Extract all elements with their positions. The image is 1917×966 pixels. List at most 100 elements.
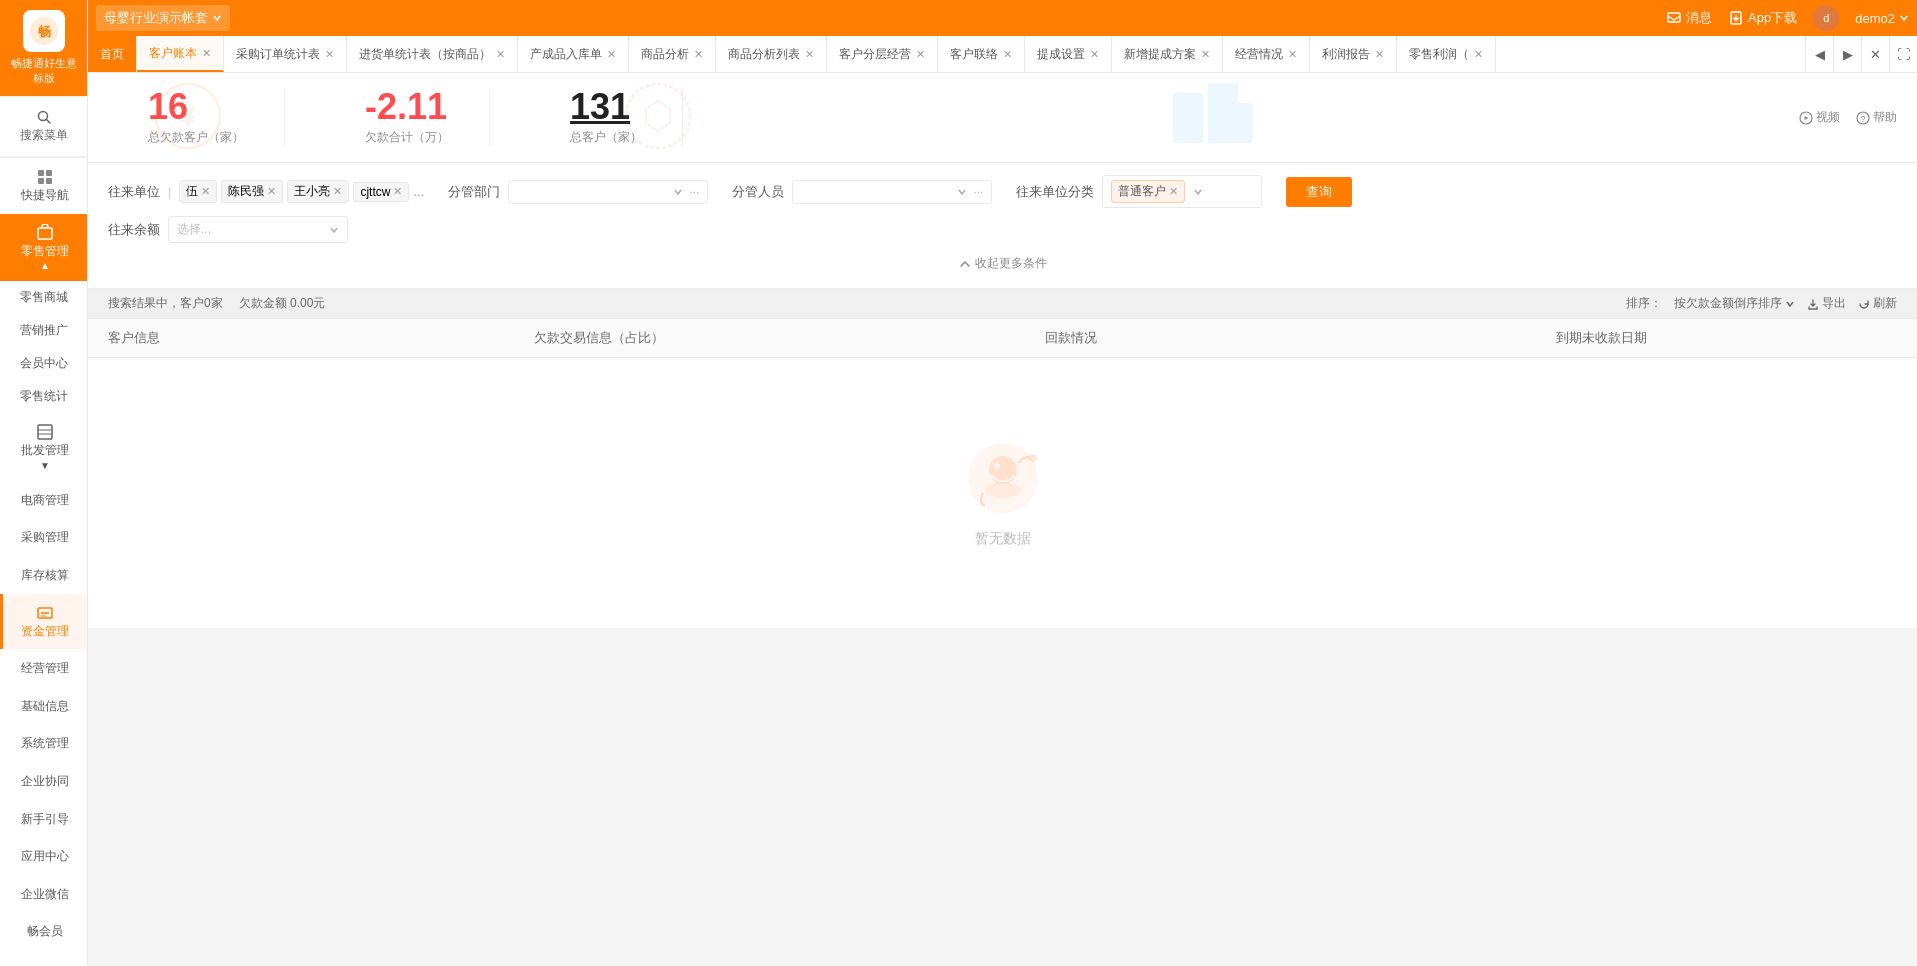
sidebar-nav-list: 零售管理 ▲ 零售商城 营销推广 会员中心 零售统计 批发管理 ▼ 电商管理 采… bbox=[0, 214, 87, 966]
tab-biz-situation[interactable]: 经营情况 ✕ bbox=[1223, 36, 1310, 72]
sidebar-item-sys-mgmt[interactable]: 系统管理 bbox=[0, 724, 87, 762]
svg-rect-21 bbox=[1173, 93, 1203, 143]
filter-tag-wu: 伍 ✕ bbox=[179, 180, 217, 203]
bg-icon-3 bbox=[1168, 78, 1258, 156]
sidebar-logo[interactable]: 畅 畅捷通好生意 标版 bbox=[0, 0, 87, 96]
sidebar-item-quick-nav[interactable]: 快捷导航 bbox=[0, 158, 87, 214]
more-tags-button[interactable]: ... bbox=[413, 184, 424, 199]
balance-select[interactable]: 选择... bbox=[168, 216, 348, 243]
sort-button[interactable]: 按欠款金额倒序排序 bbox=[1674, 295, 1795, 312]
tab-close-achievement[interactable]: ✕ bbox=[1201, 48, 1210, 61]
user-menu-button[interactable]: demo2 bbox=[1855, 11, 1909, 26]
sidebar-item-member[interactable]: 会员中心 bbox=[0, 347, 87, 380]
search-result-count: 搜索结果中，客户0家 bbox=[108, 295, 223, 312]
tab-close-tip[interactable]: ✕ bbox=[1090, 48, 1099, 61]
sidebar-item-ops-mgmt[interactable]: 经营管理 bbox=[0, 649, 87, 687]
tab-close-customer-book[interactable]: ✕ bbox=[202, 47, 211, 60]
search-menu-button[interactable]: 搜索菜单 bbox=[6, 105, 81, 148]
svg-point-30 bbox=[994, 463, 1000, 469]
refresh-button[interactable]: 刷新 bbox=[1858, 295, 1897, 312]
stat2-label: 欠款合计（万） bbox=[365, 129, 449, 146]
tab-new-achievement[interactable]: 新增提成方案 ✕ bbox=[1112, 36, 1223, 72]
tab-close-analysis[interactable]: ✕ bbox=[694, 48, 703, 61]
tab-customer-contact[interactable]: 客户联络 ✕ bbox=[938, 36, 1025, 72]
unit-class-select[interactable]: 普通客户 ✕ bbox=[1102, 175, 1262, 208]
app-download-button[interactable]: App下载 bbox=[1728, 9, 1797, 27]
sidebar-item-enterprise-wechat[interactable]: 企业微信 bbox=[0, 875, 87, 913]
tab-close-purchase[interactable]: ✕ bbox=[325, 48, 334, 61]
remove-tag-chen[interactable]: ✕ bbox=[267, 185, 276, 198]
tab-navigation: ◀ ▶ ✕ ⛶ bbox=[1805, 36, 1917, 72]
tab-close-analysis-list[interactable]: ✕ bbox=[805, 48, 814, 61]
sidebar-item-basic-info[interactable]: 基础信息 bbox=[0, 687, 87, 725]
th-payback: 回款情况 bbox=[1045, 329, 1556, 347]
topbar: 母婴行业演示帐套 消息 App下载 d demo2 bbox=[88, 0, 1917, 36]
sidebar-item-marketing[interactable]: 营销推广 bbox=[0, 314, 87, 347]
tab-close-incoming[interactable]: ✕ bbox=[496, 48, 505, 61]
dept-filter-label: 分管部门 bbox=[448, 183, 500, 201]
person-select[interactable]: ··· bbox=[792, 180, 992, 204]
empty-state: 暂无数据 bbox=[88, 358, 1917, 628]
tab-product-analysis-list[interactable]: 商品分析列表 ✕ bbox=[716, 36, 827, 72]
results-actions: 排序： 按欠款金额倒序排序 导出 刷新 bbox=[1626, 295, 1897, 312]
tab-scroll-right[interactable]: ▶ bbox=[1833, 36, 1861, 72]
filter-section: 往来单位 | 伍 ✕ 陈民强 ✕ 王小亮 ✕ bbox=[88, 163, 1917, 289]
sidebar-item-retail-stats[interactable]: 零售统计 bbox=[0, 380, 87, 413]
sidebar-item-retail-mall[interactable]: 零售商城 bbox=[0, 281, 87, 314]
avatar[interactable]: d bbox=[1813, 5, 1839, 31]
tab-close-biz[interactable]: ✕ bbox=[1288, 48, 1297, 61]
tab-scroll-left[interactable]: ◀ bbox=[1805, 36, 1833, 72]
tab-close-retail[interactable]: ✕ bbox=[1474, 48, 1483, 61]
tab-retail-profit[interactable]: 零售利润（ ✕ bbox=[1397, 36, 1496, 72]
sidebar-item-new-guide[interactable]: 新手引导 bbox=[0, 800, 87, 838]
export-button[interactable]: 导出 bbox=[1807, 295, 1846, 312]
tab-incoming-stats[interactable]: 进货单统计表（按商品） ✕ bbox=[347, 36, 518, 72]
remove-tag-cjttcw[interactable]: ✕ bbox=[393, 185, 402, 198]
unit-class-label: 往来单位分类 bbox=[1016, 183, 1094, 201]
sidebar-item-ecommerce[interactable]: 电商管理 bbox=[0, 481, 87, 519]
sidebar-item-retail-mgmt[interactable]: 零售管理 ▲ bbox=[0, 214, 87, 282]
remove-tag-wang[interactable]: ✕ bbox=[333, 185, 342, 198]
help-button[interactable]: ? 帮助 bbox=[1856, 109, 1897, 126]
sidebar-item-enterprise[interactable]: 企业协同 bbox=[0, 762, 87, 800]
stat-debt-total: -2.11 欠款合计（万） bbox=[285, 89, 490, 146]
tab-tip-settings[interactable]: 提成设置 ✕ bbox=[1025, 36, 1112, 72]
sidebar-item-finance[interactable]: 资金管理 bbox=[0, 594, 87, 650]
sidebar-search-section: 搜索菜单 bbox=[0, 96, 87, 157]
sidebar-item-app-center[interactable]: 应用中心 bbox=[0, 837, 87, 875]
query-button[interactable]: 查询 bbox=[1286, 177, 1352, 207]
remove-unit-class[interactable]: ✕ bbox=[1169, 185, 1178, 198]
sidebar-item-member-vip[interactable]: 畅会员 bbox=[0, 912, 87, 950]
tab-close-all[interactable]: ✕ bbox=[1861, 36, 1889, 72]
tab-customer-tier[interactable]: 客户分层经营 ✕ bbox=[827, 36, 938, 72]
account-selector[interactable]: 母婴行业演示帐套 bbox=[96, 5, 230, 31]
tab-profit-report[interactable]: 利润报告 ✕ bbox=[1310, 36, 1397, 72]
debt-amount-result: 欠款金额 0.00元 bbox=[239, 295, 326, 312]
dept-select[interactable]: ··· bbox=[508, 180, 708, 204]
tab-product-analysis[interactable]: 商品分析 ✕ bbox=[629, 36, 716, 72]
svg-point-31 bbox=[1029, 454, 1037, 462]
content-area: ¥ 16 总欠款客户（家） -2.11 欠款合计（万） 131 总客户（家） bbox=[88, 73, 1917, 966]
tab-fullscreen[interactable]: ⛶ bbox=[1889, 36, 1917, 72]
filter-collapse-section: 收起更多条件 bbox=[108, 251, 1897, 276]
tab-close-profit[interactable]: ✕ bbox=[1375, 48, 1384, 61]
video-help-button[interactable]: 视频 bbox=[1799, 109, 1840, 126]
tab-customer-book[interactable]: 客户账本 ✕ bbox=[137, 36, 224, 72]
remove-tag-wu[interactable]: ✕ bbox=[201, 185, 210, 198]
tab-home[interactable]: 首页 bbox=[88, 36, 137, 72]
data-table: 客户信息 欠款交易信息（占比） 回款情况 到期未收款日期 bbox=[88, 319, 1917, 628]
tab-close-tier[interactable]: ✕ bbox=[916, 48, 925, 61]
stat-total-clients: 131 总客户（家） bbox=[490, 89, 683, 146]
message-button[interactable]: 消息 bbox=[1666, 9, 1712, 27]
tab-purchase-orders[interactable]: 采购订单统计表 ✕ bbox=[224, 36, 347, 72]
empty-text: 暂无数据 bbox=[975, 530, 1031, 548]
sidebar-item-purchase[interactable]: 采购管理 bbox=[0, 518, 87, 556]
collapse-filters-button[interactable]: 收起更多条件 bbox=[959, 255, 1047, 272]
svg-rect-5 bbox=[46, 170, 52, 176]
sidebar-item-batch-mgmt[interactable]: 批发管理 ▼ bbox=[0, 413, 87, 481]
stat1-value: 16 bbox=[148, 89, 188, 125]
tab-close-contact[interactable]: ✕ bbox=[1003, 48, 1012, 61]
tab-product-inbound[interactable]: 产成品入库单 ✕ bbox=[518, 36, 629, 72]
sidebar-item-inventory[interactable]: 库存核算 bbox=[0, 556, 87, 594]
tab-close-product[interactable]: ✕ bbox=[607, 48, 616, 61]
